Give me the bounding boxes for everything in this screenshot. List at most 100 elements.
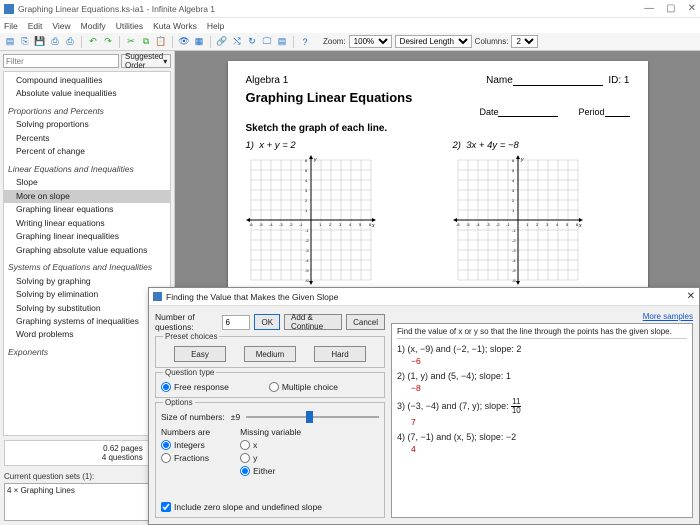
cut-icon[interactable]: ✂ xyxy=(125,36,137,48)
menu-view[interactable]: View xyxy=(52,21,70,31)
integers-radio[interactable]: Integers xyxy=(161,440,210,450)
tree-item[interactable]: Absolute value inequalities xyxy=(4,87,170,100)
tree-item[interactable]: Writing linear equations xyxy=(4,217,170,230)
regen-icon[interactable]: ↻ xyxy=(246,36,258,48)
menu-file[interactable]: File xyxy=(4,21,18,31)
svg-text:3: 3 xyxy=(305,188,308,193)
app-icon xyxy=(4,4,14,14)
easy-button[interactable]: Easy xyxy=(174,346,226,362)
missing-y-radio[interactable]: y xyxy=(240,453,301,463)
close-button[interactable]: ✕ xyxy=(688,3,696,14)
save-icon[interactable]: 💾 xyxy=(34,36,46,48)
current-sets-list[interactable]: 4 × Graphing Lines xyxy=(4,483,170,521)
saveas-icon[interactable]: ⎙ xyxy=(49,36,61,48)
svg-text:1: 1 xyxy=(512,208,515,213)
menu-utilities[interactable]: Utilities xyxy=(116,21,143,31)
hard-button[interactable]: Hard xyxy=(314,346,366,362)
svg-text:x: x xyxy=(371,223,375,229)
graph-icon[interactable]: ▤ xyxy=(276,36,288,48)
menu-modify[interactable]: Modify xyxy=(81,21,106,31)
svg-text:4: 4 xyxy=(305,178,308,183)
copy-icon[interactable]: ⧉ xyxy=(140,36,152,48)
zoom-select[interactable]: 100% xyxy=(349,35,392,48)
help-icon[interactable]: ? xyxy=(299,36,311,48)
tree-item[interactable]: Graphing linear equations xyxy=(4,203,170,216)
print-icon[interactable]: ⎙ xyxy=(64,36,76,48)
tree-item[interactable]: Graphing absolute value equations xyxy=(4,244,170,257)
toolbar: ▤ ⎘ 💾 ⎙ ⎙ ↶ ↷ ✂ ⧉ 📋 👁 ▦ 🔗 ⤭ ↻ 🖵 ▤ ? Zoom… xyxy=(0,33,700,51)
undo-icon[interactable]: ↶ xyxy=(87,36,99,48)
tree-item[interactable]: Percent of change xyxy=(4,145,170,158)
tree-item[interactable]: Solving by substitution xyxy=(4,302,170,315)
menu-kutaworks[interactable]: Kuta Works xyxy=(153,21,197,31)
grid-2: yx-6-6-5-5-4-4-3-3-2-2-1-1112233445566 xyxy=(453,155,583,285)
tree-item[interactable]: Percents xyxy=(4,132,170,145)
menu-help[interactable]: Help xyxy=(207,21,224,31)
svg-text:-6: -6 xyxy=(512,278,516,283)
worksheet-title: Graphing Linear Equations xyxy=(246,90,630,105)
window-title: Graphing Linear Equations.ks-ia1 - Infin… xyxy=(18,4,215,14)
fractions-radio[interactable]: Fractions xyxy=(161,453,210,463)
tree-item[interactable]: Solving by graphing xyxy=(4,275,170,288)
num-questions-input[interactable] xyxy=(222,315,250,330)
svg-text:-1: -1 xyxy=(512,228,516,233)
display-icon[interactable]: 🖵 xyxy=(261,36,273,48)
tree-item[interactable]: Solving by elimination xyxy=(4,288,170,301)
order-dropdown[interactable]: Suggested Order ▾ xyxy=(121,54,171,68)
size-slider[interactable] xyxy=(246,416,379,418)
include-zero-checkbox[interactable]: Include zero slope and undefined slope xyxy=(161,502,379,512)
tree-item[interactable]: Compound inequalities xyxy=(4,74,170,87)
tree-item[interactable]: Graphing systems of inequalities xyxy=(4,315,170,328)
grid-1: yx-6-6-5-5-4-4-3-3-2-2-1-1112233445566 xyxy=(246,155,376,285)
ok-button[interactable]: OK xyxy=(254,314,280,330)
preview-icon[interactable]: 👁 xyxy=(178,36,190,48)
svg-text:-1: -1 xyxy=(299,222,303,227)
multiple-choice-radio[interactable]: Multiple choice xyxy=(269,382,338,392)
svg-text:4: 4 xyxy=(349,222,352,227)
add-continue-button[interactable]: Add & Continue xyxy=(284,314,342,330)
svg-text:-3: -3 xyxy=(486,222,490,227)
more-samples-link[interactable]: More samples xyxy=(391,312,693,321)
svg-text:6: 6 xyxy=(305,158,308,163)
topic-tree[interactable]: Compound inequalitiesAbsolute value ineq… xyxy=(3,71,171,436)
svg-text:-1: -1 xyxy=(506,222,510,227)
medium-button[interactable]: Medium xyxy=(244,346,296,362)
missing-either-radio[interactable]: Either xyxy=(240,466,301,476)
paste-icon[interactable]: 📋 xyxy=(155,36,167,48)
minimize-button[interactable]: — xyxy=(644,3,654,14)
open-icon[interactable]: ⎘ xyxy=(19,36,31,48)
svg-text:-2: -2 xyxy=(496,222,500,227)
sample-pane: Find the value of x or y so that the lin… xyxy=(391,323,693,518)
link-icon[interactable]: 🔗 xyxy=(216,36,228,48)
tree-item[interactable]: Slope xyxy=(4,176,170,189)
svg-text:-2: -2 xyxy=(512,238,516,243)
tree-item[interactable]: Word problems xyxy=(4,328,170,341)
svg-text:-5: -5 xyxy=(305,268,309,273)
svg-text:4: 4 xyxy=(512,178,515,183)
cancel-button[interactable]: Cancel xyxy=(346,314,385,330)
course-name: Algebra 1 xyxy=(246,75,289,86)
length-select[interactable]: Desired Length xyxy=(395,35,472,48)
tree-item[interactable]: Graphing linear inequalities xyxy=(4,230,170,243)
svg-text:2: 2 xyxy=(305,198,308,203)
num-questions-label: Number of questions: xyxy=(155,312,218,332)
new-icon[interactable]: ▤ xyxy=(4,36,16,48)
columns-select[interactable]: 2 xyxy=(511,35,538,48)
dialog-close-button[interactable]: ✕ xyxy=(687,291,695,302)
filter-input[interactable] xyxy=(3,54,119,68)
svg-text:-5: -5 xyxy=(512,268,516,273)
free-response-radio[interactable]: Free response xyxy=(161,382,229,392)
tree-item[interactable]: Solving proportions xyxy=(4,118,170,131)
missing-x-radio[interactable]: x xyxy=(240,440,301,450)
svg-text:-6: -6 xyxy=(249,222,253,227)
stats-box: 0.62 pages4 questions ⟳▦ xyxy=(4,440,170,466)
tree-item[interactable]: More on slope xyxy=(4,190,170,203)
svg-text:-2: -2 xyxy=(289,222,293,227)
svg-text:y: y xyxy=(520,157,524,163)
redo-icon[interactable]: ↷ xyxy=(102,36,114,48)
shuffle-icon[interactable]: ⤭ xyxy=(231,36,243,48)
svg-text:-4: -4 xyxy=(269,222,273,227)
page-icon[interactable]: ▦ xyxy=(193,36,205,48)
menu-edit[interactable]: Edit xyxy=(28,21,43,31)
maximize-button[interactable]: ▢ xyxy=(666,3,675,14)
